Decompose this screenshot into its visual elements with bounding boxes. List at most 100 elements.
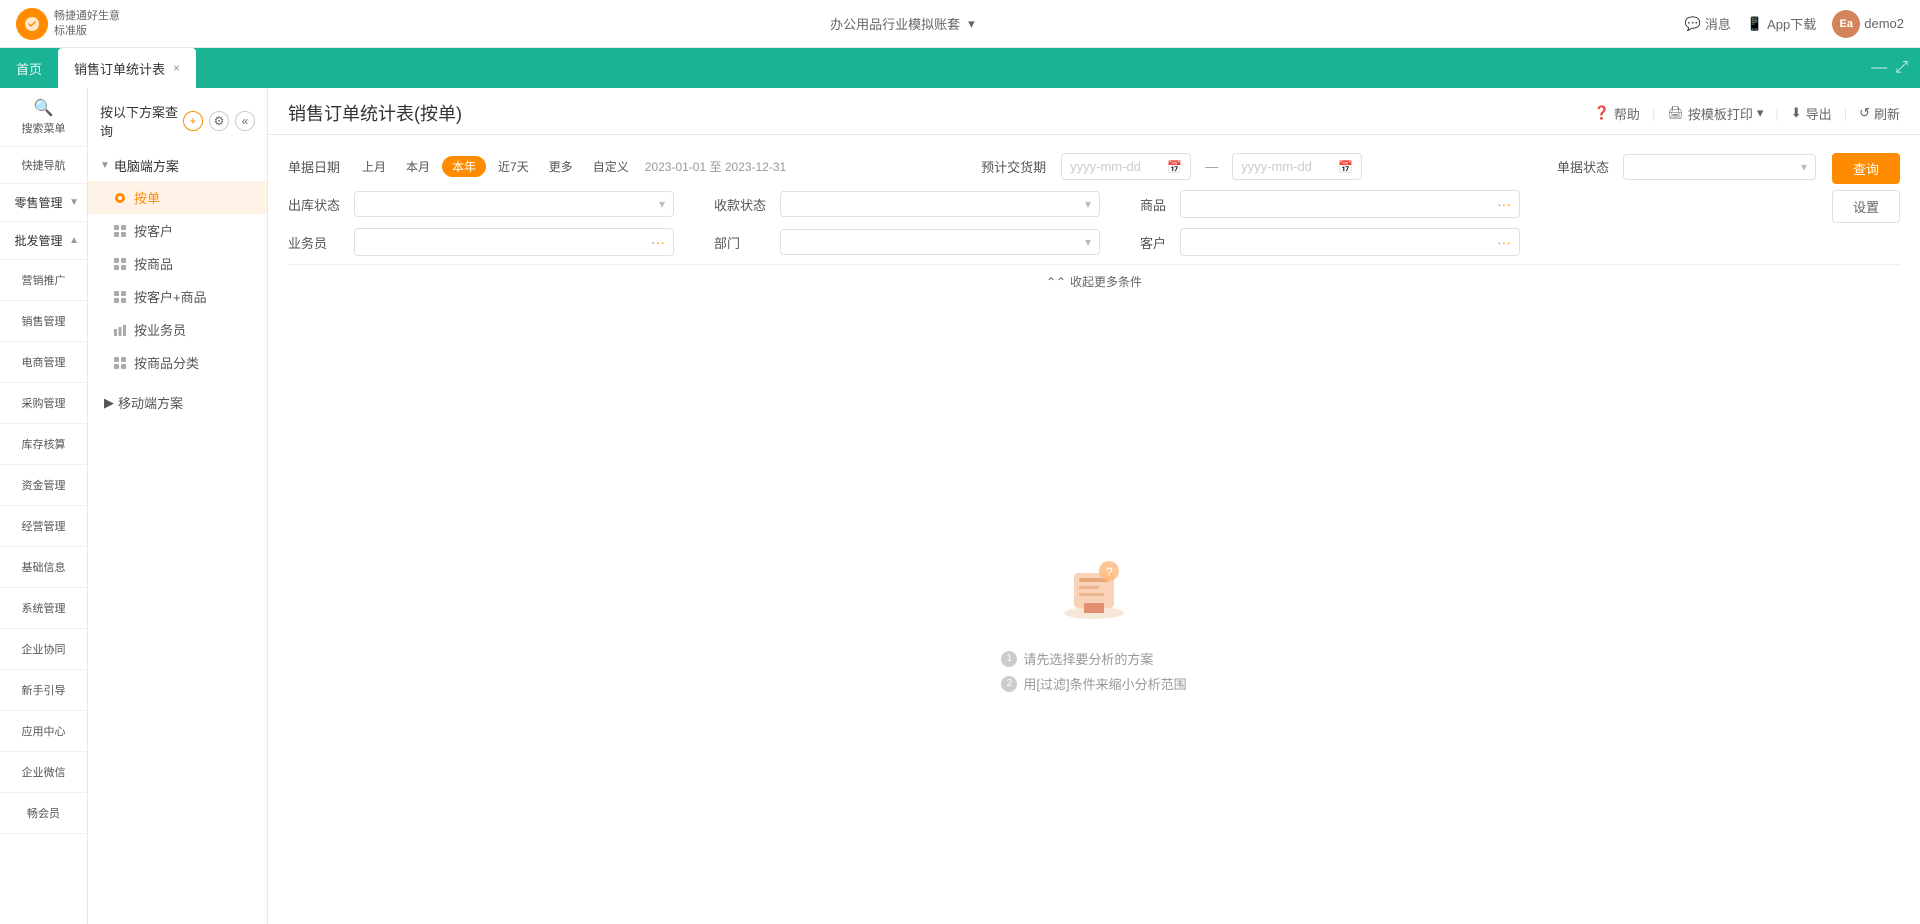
sidebar-item-inventory[interactable]: 库存核算: [0, 424, 87, 465]
goods-input[interactable]: ···: [1180, 190, 1520, 218]
date-label: 单据日期: [288, 157, 344, 176]
mobile-arrow: ▶: [104, 395, 114, 411]
scheme-panel: 按以下方案查询 + ⚙ « ▼ 电脑端方案: [88, 88, 268, 924]
hint-num-2: 2: [1001, 676, 1017, 692]
sidebar-item-marketing[interactable]: 营销推广: [0, 260, 87, 301]
sidebar-item-system[interactable]: 系统管理: [0, 588, 87, 629]
topbar-center: 办公用品行业模拟账套 ▾: [830, 14, 975, 33]
print-button[interactable]: 🖨 按模板打印 ▾: [1667, 104, 1763, 123]
scheme-panel-title: 按以下方案查询: [100, 102, 183, 140]
sidebar-item-retail[interactable]: 零售管理 ▼: [0, 184, 87, 222]
payment-label: 收款状态: [714, 195, 770, 214]
expected-date-end[interactable]: yyyy-mm-dd 📅: [1232, 153, 1362, 180]
date-btn-more[interactable]: 更多: [541, 155, 581, 178]
date-btn-this-month[interactable]: 本月: [398, 155, 438, 178]
sidebar-item-apps[interactable]: 应用中心: [0, 711, 87, 752]
sidebar-item-wechat[interactable]: 企业微信: [0, 752, 87, 793]
help-button[interactable]: ❓ 帮助: [1594, 104, 1640, 123]
sidebar-item-ecommerce[interactable]: 电商管理: [0, 342, 87, 383]
tab-home[interactable]: 首页: [0, 48, 58, 88]
salesperson-label: 业务员: [288, 233, 344, 252]
scheme-item-by-order[interactable]: 按单: [88, 181, 267, 214]
sidebar-item-wholesale[interactable]: 批发管理 ▲: [0, 222, 87, 260]
scheme-item-by-customer[interactable]: 按客户: [88, 214, 267, 247]
scheme-item-by-customer-goods[interactable]: 按客户+商品: [88, 280, 267, 313]
tab-sales-order-stats[interactable]: 销售订单统计表 ×: [58, 48, 196, 88]
scheme-category-icon: [112, 355, 128, 371]
scheme-goods-icon: [112, 256, 128, 272]
sidebar-item-basic[interactable]: 基础信息: [0, 547, 87, 588]
svg-text:?: ?: [1106, 565, 1113, 579]
sidebar: 🔍 搜索菜单 快捷导航 零售管理 ▼ 批发管理 ▲ 营销推广 销售管理 电商管理…: [0, 88, 88, 924]
payment-select[interactable]: ▾: [780, 191, 1100, 217]
tab-minimize-btn[interactable]: —: [1871, 59, 1887, 77]
pc-scheme-header[interactable]: ▼ 电脑端方案: [88, 150, 267, 181]
scheme-customer-goods-icon: [112, 289, 128, 305]
sidebar-item-member[interactable]: 畅会员: [0, 793, 87, 834]
customer-ellipsis[interactable]: ···: [1497, 234, 1511, 250]
refresh-icon: ↺: [1859, 105, 1870, 121]
company-dropdown-label[interactable]: 办公用品行业模拟账套: [830, 14, 960, 33]
date-btn-this-year[interactable]: 本年: [442, 156, 486, 177]
customer-input[interactable]: ···: [1180, 228, 1520, 256]
sidebar-item-enterprise[interactable]: 企业协同: [0, 629, 87, 670]
refresh-button[interactable]: ↺ 刷新: [1859, 104, 1900, 123]
date-btn-7days[interactable]: 近7天: [490, 155, 537, 178]
collapse-button[interactable]: ⌃⌃ 收起更多条件: [1046, 273, 1142, 290]
export-icon: ⬇: [1791, 105, 1802, 121]
filter-settings-button[interactable]: 设置: [1832, 190, 1900, 223]
sidebar-item-finance[interactable]: 资金管理: [0, 465, 87, 506]
avatar: Ea: [1832, 10, 1860, 38]
empty-illustration: ?: [1044, 533, 1144, 633]
app-download-button[interactable]: 📱 App下载: [1747, 14, 1816, 33]
message-button[interactable]: 💬 消息: [1685, 14, 1731, 33]
sidebar-item-search[interactable]: 🔍 搜索菜单: [0, 88, 87, 147]
scheme-collapse-btn[interactable]: «: [235, 111, 255, 131]
query-buttons: 查询 设置: [1832, 153, 1900, 223]
tab-maximize-btn[interactable]: ⤢: [1895, 59, 1908, 77]
tabbar: 首页 销售订单统计表 × — ⤢: [0, 48, 1920, 88]
topbar-left: 畅捷通好生意 标准版: [16, 8, 120, 40]
salesperson-ellipsis[interactable]: ···: [651, 234, 665, 250]
doc-status-arrow: ▾: [1801, 160, 1807, 174]
sidebar-item-shortcut[interactable]: 快捷导航: [0, 147, 87, 184]
content-header: 销售订单统计表(按单) ❓ 帮助 | 🖨 按模板打印 ▾ | ⬇: [268, 88, 1920, 135]
delivery-select[interactable]: ▾: [354, 191, 674, 217]
scheme-item-by-salesperson[interactable]: 按业务员: [88, 313, 267, 346]
delivery-arrow: ▾: [659, 197, 665, 211]
salesperson-input[interactable]: ···: [354, 228, 674, 256]
logo: 畅捷通好生意 标准版: [16, 8, 120, 40]
scheme-item-by-category[interactable]: 按商品分类: [88, 346, 267, 379]
tabbar-actions: — ⤢: [1871, 59, 1908, 77]
main-content: 销售订单统计表(按单) ❓ 帮助 | 🖨 按模板打印 ▾ | ⬇: [268, 88, 1920, 924]
query-button[interactable]: 查询: [1832, 153, 1900, 184]
scheme-panel-actions: + ⚙ «: [183, 111, 255, 131]
scheme-add-btn[interactable]: +: [183, 111, 203, 131]
doc-status-select[interactable]: ▾: [1623, 154, 1816, 180]
goods-ellipsis[interactable]: ···: [1497, 196, 1511, 212]
sidebar-item-purchase[interactable]: 采购管理: [0, 383, 87, 424]
date-btn-last-month[interactable]: 上月: [354, 155, 394, 178]
mobile-scheme-header[interactable]: ▶ 移动端方案: [88, 387, 267, 418]
department-select[interactable]: ▾: [780, 229, 1100, 255]
print-icon: 🖨: [1667, 105, 1684, 121]
scheme-item-by-goods[interactable]: 按商品: [88, 247, 267, 280]
sidebar-item-guide[interactable]: 新手引导: [0, 670, 87, 711]
sidebar-item-operations[interactable]: 经营管理: [0, 506, 87, 547]
app-icon: 📱: [1747, 16, 1763, 32]
empty-hint-1: 1 请先选择要分析的方案: [1001, 649, 1186, 668]
company-dropdown-arrow[interactable]: ▾: [968, 16, 975, 32]
filter-section: 单据日期 上月 本月 本年 近7天 更多 自定义 2023-01-01 至 20…: [268, 135, 1920, 308]
empty-hints: 1 请先选择要分析的方案 2 用[过滤]条件来缩小分析范围: [1001, 649, 1186, 699]
sidebar-item-sales[interactable]: 销售管理: [0, 301, 87, 342]
sidebar-wholesale-arrow: ▲: [69, 235, 79, 246]
print-arrow: ▾: [1757, 105, 1764, 121]
department-label: 部门: [714, 233, 770, 252]
scheme-settings-btn[interactable]: ⚙: [209, 111, 229, 131]
export-button[interactable]: ⬇ 导出: [1791, 104, 1832, 123]
user-menu[interactable]: Ea demo2: [1832, 10, 1904, 38]
date-btn-custom[interactable]: 自定义: [585, 155, 637, 178]
delivery-label: 出库状态: [288, 195, 344, 214]
expected-date-start[interactable]: yyyy-mm-dd 📅: [1061, 153, 1191, 180]
tab-close-icon[interactable]: ×: [173, 61, 180, 75]
